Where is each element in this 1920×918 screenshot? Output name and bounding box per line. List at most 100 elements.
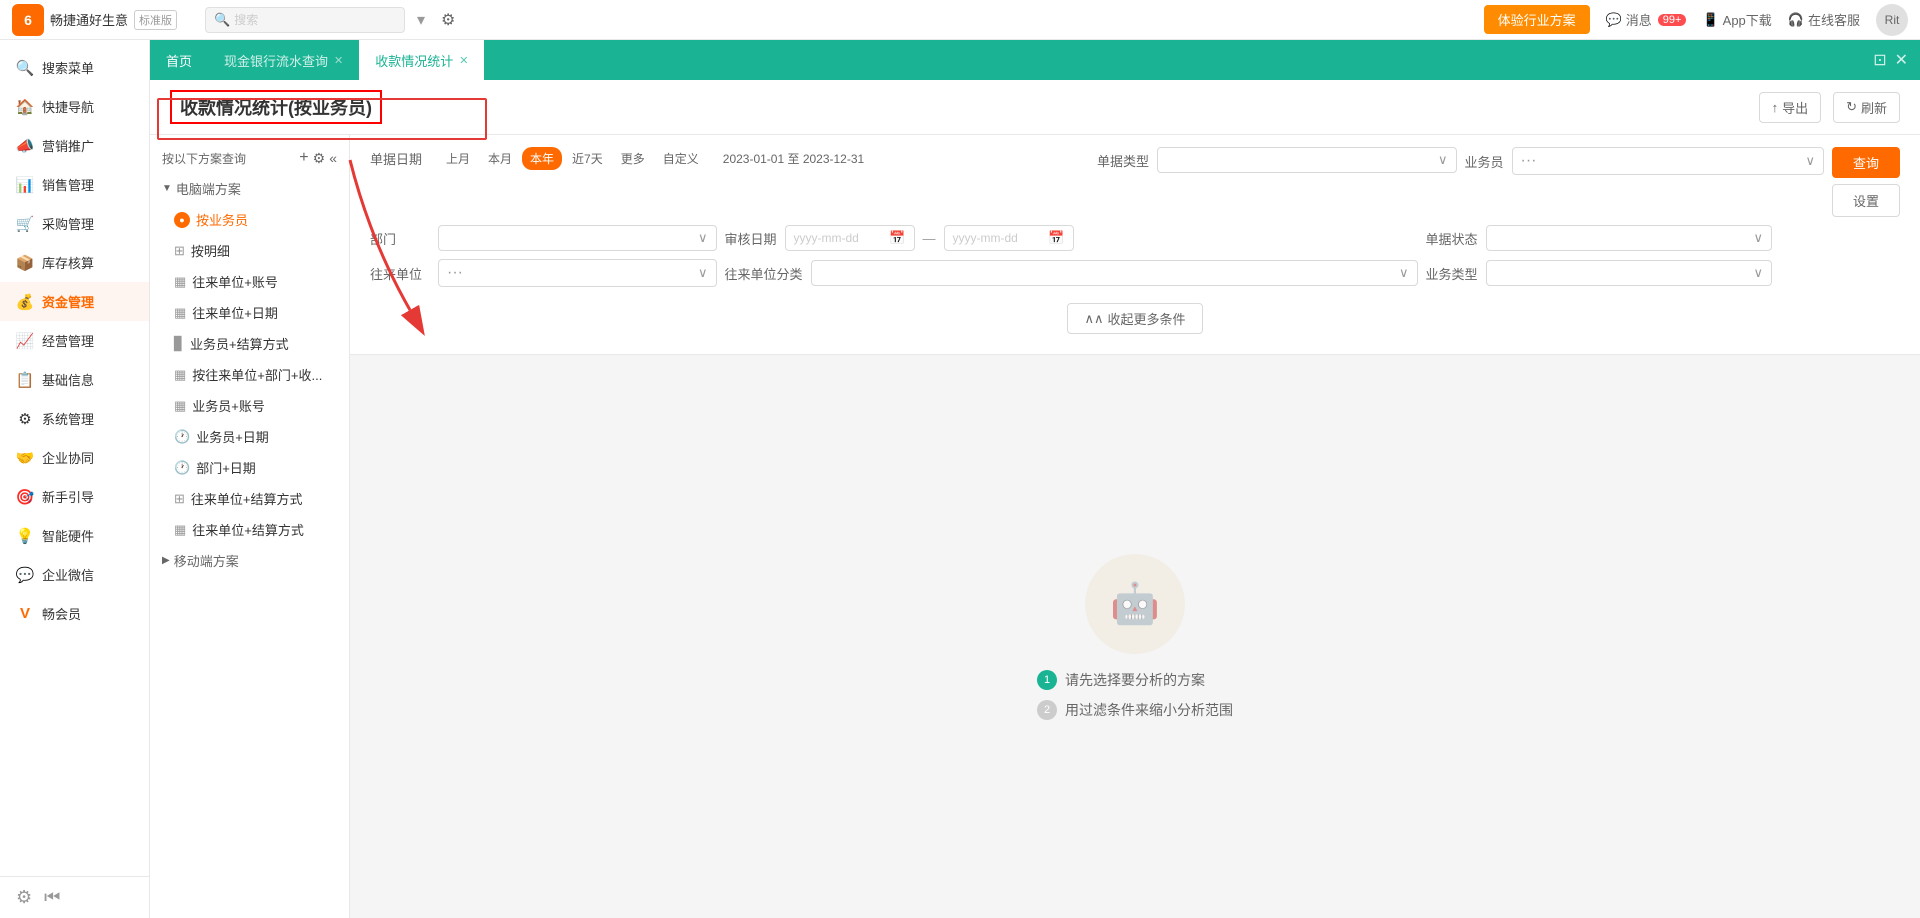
filter-settings-btn[interactable]: 设置 [1832,184,1900,217]
online-service-item[interactable]: 🎧 在线客服 [1788,10,1860,29]
sidebar-label-finance: 资金管理 [42,292,94,311]
tab-close-all-icon[interactable]: ✕ [1895,50,1908,70]
date-tab-last-month[interactable]: 上月 [438,147,478,170]
sales-icon: 📊 [16,176,34,194]
counterpart-category-select[interactable]: ∨ [811,260,1418,286]
sidebar-label-wechat: 企业微信 [42,565,94,584]
doc-status-arrow: ∨ [1753,230,1763,246]
mobile-section-header[interactable]: ▶ 移动端方案 [150,545,349,576]
scheme-dept-date[interactable]: 🕐 部门+日期 [162,452,349,483]
salesperson-select[interactable]: ··· ∨ [1512,147,1824,175]
sidebar-item-basic[interactable]: 📋 基础信息 [0,360,149,399]
bcd-icon: ▦ [174,367,186,383]
scheme-salesperson-settlement[interactable]: ▊ 业务员+结算方式 [162,328,349,359]
top-bar-left: 6 畅捷通好生意 标准版 🔍 搜索 ▾ ⚙ [12,4,455,36]
scheme-dept-date-label: 部门+日期 [196,458,256,477]
inventory-icon: 📦 [16,254,34,272]
scheme-counterpart-settlement1[interactable]: ⊞ 往来单位+结算方式 [162,483,349,514]
tab-receipt-stats[interactable]: 收款情况统计 ✕ [359,40,484,80]
query-btn[interactable]: 查询 [1832,147,1900,178]
tab-maximize-icon[interactable]: ⊡ [1873,50,1886,70]
sidebar-item-enterprise[interactable]: 🤝 企业协同 [0,438,149,477]
ss-icon: ▊ [174,336,184,352]
search-bar[interactable]: 🔍 搜索 [205,7,405,33]
sidebar-item-wechat[interactable]: 💬 企业微信 [0,555,149,594]
scheme-by-counterpart-dept[interactable]: ▦ 按往来单位+部门+收... [162,359,349,390]
calendar-end-icon[interactable]: 📅 [1048,230,1064,246]
salesperson-filter: 业务员 ··· ∨ [1465,147,1825,175]
refresh-btn[interactable]: ↻ 刷新 [1833,92,1900,123]
scheme-counterpart-date[interactable]: ▦ 往来单位+日期 [162,297,349,328]
dropdown-icon[interactable]: ▾ [417,10,425,30]
doc-status-select[interactable]: ∨ [1486,225,1772,251]
sidebar-item-operations[interactable]: 📈 经营管理 [0,321,149,360]
guide-icon: 🎯 [16,488,34,506]
calendar-start-icon[interactable]: 📅 [889,230,905,246]
scheme-counterpart-settlement2-label: 往来单位+结算方式 [192,520,304,539]
app-download-item[interactable]: 📱 App下载 [1702,10,1771,29]
sidebar-item-member[interactable]: V 畅会员 [0,594,149,633]
filter-row-2: 部门 ∨ 审核日期 yyyy-mm-dd 📅 [370,225,1900,251]
date-tab-custom[interactable]: 自定义 [655,147,707,170]
sidebar-item-guide[interactable]: 🎯 新手引导 [0,477,149,516]
counterpart-label: 往来单位 [370,264,430,283]
tab-bank-flow[interactable]: 现金银行流水查询 ✕ [208,40,359,80]
review-date-start[interactable]: yyyy-mm-dd 📅 [785,225,915,251]
home-icon: 🏠 [16,98,34,116]
tab-bank-flow-close[interactable]: ✕ [334,54,343,67]
panel-collapse-icon[interactable]: « [329,150,337,166]
date-tab-more[interactable]: 更多 [613,147,653,170]
sidebar-menu: 🔍 搜索菜单 🏠 快捷导航 📣 营销推广 📊 销售管理 🛒 采购管 [0,40,149,876]
sidebar-item-system[interactable]: ⚙ 系统管理 [0,399,149,438]
messages-item[interactable]: 💬 消息 99+ [1606,10,1687,29]
sidebar-item-search[interactable]: 🔍 搜索菜单 [0,48,149,87]
date-tab-7days[interactable]: 近7天 [564,147,611,170]
date-tab-this-year[interactable]: 本年 [522,147,562,170]
add-scheme-icon[interactable]: + [299,149,308,167]
doc-type-select[interactable]: ∨ [1157,147,1456,173]
sidebar-item-shortcut[interactable]: 🏠 快捷导航 [0,87,149,126]
content-body: 按以下方案查询 + ⚙ « ▼ 电脑端方案 ● [150,135,1920,918]
scheme-counterpart-settlement2[interactable]: ▦ 往来单位+结算方式 [162,514,349,545]
sidebar-label-inventory: 库存核算 [42,253,94,272]
scheme-by-salesperson[interactable]: ● 按业务员 [162,204,349,235]
desktop-section-header[interactable]: ▼ 电脑端方案 [150,173,349,204]
avatar[interactable]: Rit [1876,4,1908,36]
enterprise-icon: 🤝 [16,449,34,467]
dept-select[interactable]: ∨ [438,225,717,251]
sidebar-settings-icon[interactable]: ⚙ [16,887,32,908]
sidebar-collapse-icon[interactable]: ⏮ [44,887,60,908]
scheme-salesperson-account[interactable]: ▦ 业务员+账号 [162,390,349,421]
date-tab-this-month[interactable]: 本月 [480,147,520,170]
counterpart-category-label: 往来单位分类 [725,264,803,283]
scheme-salesperson-date[interactable]: 🕐 业务员+日期 [162,421,349,452]
trial-btn[interactable]: 体验行业方案 [1484,5,1590,34]
sidebar-item-purchase[interactable]: 🛒 采购管理 [0,204,149,243]
date-tabs: 上月 本月 本年 近7天 更多 自定义 [438,147,707,170]
sidebar-item-marketing[interactable]: 📣 营销推广 [0,126,149,165]
review-date-end[interactable]: yyyy-mm-dd 📅 [944,225,1074,251]
sidebar: 🔍 搜索菜单 🏠 快捷导航 📣 营销推广 📊 销售管理 🛒 采购管 [0,40,150,918]
export-btn[interactable]: ↑ 导出 [1759,92,1822,123]
biz-type-select[interactable]: ∨ [1486,260,1772,286]
scheme-settings-icon[interactable]: ⚙ [313,150,326,167]
scheme-counterpart-account[interactable]: ▦ 往来单位+账号 [162,266,349,297]
mobile-arrow-icon: ▶ [162,555,170,566]
desktop-section: ● 按业务员 ⊞ 按明细 ▦ 往来单位+账号 ▦ [150,204,349,545]
global-settings-icon[interactable]: ⚙ [441,10,455,30]
counterpart-select-arrow: ∨ [698,265,708,281]
scheme-by-detail[interactable]: ⊞ 按明细 [162,235,349,266]
tab-receipt-stats-close[interactable]: ✕ [459,54,468,67]
tab-home[interactable]: 首页 [150,40,208,80]
counterpart-filter: 往来单位 ··· ∨ [370,259,717,287]
filter-panel: 单据日期 上月 本月 本年 近7天 更多 自定义 2023-01-01 至 20… [350,135,1920,355]
collapse-icon: ∧∧ [1084,311,1103,327]
review-date-start-placeholder: yyyy-mm-dd [794,231,859,245]
operations-icon: 📈 [16,332,34,350]
sidebar-item-smart[interactable]: 💡 智能硬件 [0,516,149,555]
sidebar-item-finance[interactable]: 💰 资金管理 [0,282,149,321]
sidebar-item-inventory[interactable]: 📦 库存核算 [0,243,149,282]
collapse-filter-btn[interactable]: ∧∧ 收起更多条件 [1067,303,1202,334]
counterpart-select[interactable]: ··· ∨ [438,259,717,287]
sidebar-item-sales[interactable]: 📊 销售管理 [0,165,149,204]
